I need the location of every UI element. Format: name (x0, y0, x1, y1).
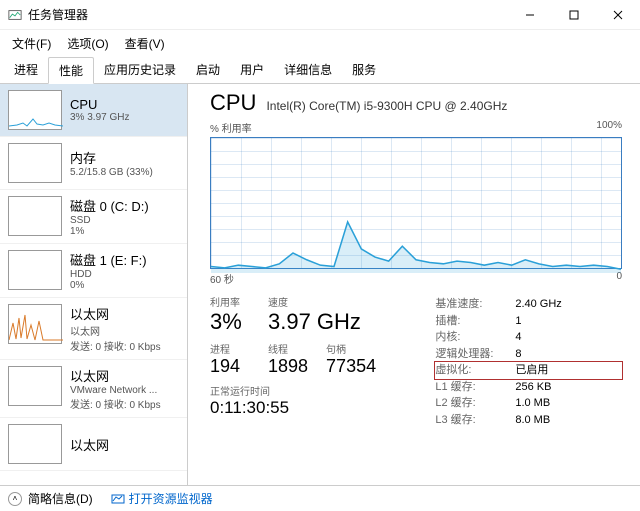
chart-top-right-label: 100% (596, 120, 622, 135)
sidebar-item-sub: 以太网 (70, 323, 161, 338)
processes-value: 194 (210, 356, 250, 377)
tab-startup[interactable]: 启动 (186, 57, 230, 83)
sidebar-item-ethernet-1[interactable]: 以太网 以太网 发送: 0 接收: 0 Kbps (0, 298, 187, 360)
disk1-thumb (8, 250, 62, 290)
sidebar-item-sub2: 1% (70, 226, 149, 237)
tab-users[interactable]: 用户 (230, 57, 274, 83)
cpu-model-text: Intel(R) Core(TM) i5-9300H CPU @ 2.40GHz (266, 99, 507, 113)
eth2-thumb (8, 366, 62, 406)
sidebar-item-sub: SSD (70, 215, 149, 226)
app-icon (8, 8, 22, 22)
uptime-label: 正常运行时间 (210, 383, 415, 398)
sidebar-item-sub: HDD (70, 269, 147, 280)
l1-val: 256 KB (515, 379, 551, 396)
sidebar-item-disk-0[interactable]: 磁盘 0 (C: D:) SSD 1% (0, 190, 187, 244)
window-title: 任务管理器 (28, 6, 508, 23)
uptime-value: 0:11:30:55 (210, 398, 415, 418)
menu-bar: 文件(F) 选项(O) 查看(V) (0, 30, 640, 57)
tab-app-history[interactable]: 应用历史记录 (94, 57, 186, 83)
performance-sidebar[interactable]: CPU 3% 3.97 GHz 内存 5.2/15.8 GB (33%) 磁盘 … (0, 84, 188, 485)
usage-label: 利用率 (210, 294, 250, 309)
virtualization-key: 虚拟化: (435, 362, 515, 379)
minimize-button[interactable] (508, 0, 552, 30)
l3-key: L3 缓存: (435, 412, 515, 429)
sidebar-item-ethernet-3[interactable]: 以太网 (0, 418, 187, 471)
sidebar-item-sub: VMware Network ... (70, 385, 161, 396)
speed-value: 3.97 GHz (268, 309, 361, 335)
logical-key: 逻辑处理器: (435, 346, 515, 363)
chart-top-left-label: % 利用率 (210, 120, 252, 135)
sidebar-item-label: 以太网 (70, 366, 161, 385)
eth3-thumb (8, 424, 62, 464)
tab-performance[interactable]: 性能 (48, 57, 94, 84)
sidebar-item-cpu[interactable]: CPU 3% 3.97 GHz (0, 84, 187, 137)
close-button[interactable] (596, 0, 640, 30)
sidebar-item-label: 以太网 (70, 435, 109, 454)
logical-val: 8 (515, 346, 521, 363)
l2-val: 1.0 MB (515, 395, 550, 412)
cores-key: 内核: (435, 329, 515, 346)
memory-thumb (8, 143, 62, 183)
sidebar-item-label: 磁盘 1 (E: F:) (70, 250, 147, 269)
sockets-val: 1 (515, 313, 521, 330)
eth1-thumb (8, 304, 62, 344)
sidebar-item-ethernet-2[interactable]: 以太网 VMware Network ... 发送: 0 接收: 0 Kbps (0, 360, 187, 418)
disk0-thumb (8, 196, 62, 236)
sidebar-item-memory[interactable]: 内存 5.2/15.8 GB (33%) (0, 137, 187, 190)
content-area: CPU 3% 3.97 GHz 内存 5.2/15.8 GB (33%) 磁盘 … (0, 84, 640, 485)
title-bar: 任务管理器 (0, 0, 640, 30)
sidebar-item-sub2: 发送: 0 接收: 0 Kbps (70, 338, 161, 353)
sidebar-item-sub: 3% 3.97 GHz (70, 112, 129, 123)
tab-processes[interactable]: 进程 (4, 57, 48, 83)
usage-value: 3% (210, 309, 250, 335)
detail-title: CPU (210, 90, 256, 116)
sockets-key: 插槽: (435, 313, 515, 330)
handles-value: 77354 (326, 356, 376, 377)
footer-bar: ˄ 简略信息(D) 打开资源监视器 (0, 485, 640, 511)
processes-label: 进程 (210, 341, 250, 356)
fewer-details-button[interactable]: 简略信息(D) (28, 490, 93, 507)
tab-details[interactable]: 详细信息 (274, 57, 342, 83)
menu-options[interactable]: 选项(O) (59, 32, 116, 55)
resource-monitor-icon (111, 492, 125, 506)
threads-value: 1898 (268, 356, 308, 377)
menu-file[interactable]: 文件(F) (4, 32, 59, 55)
sidebar-item-label: CPU (70, 97, 129, 112)
l3-val: 8.0 MB (515, 412, 550, 429)
sidebar-item-sub2: 发送: 0 接收: 0 Kbps (70, 396, 161, 411)
tab-services[interactable]: 服务 (342, 57, 386, 83)
base-speed-key: 基准速度: (435, 296, 515, 313)
sidebar-item-label: 内存 (70, 148, 153, 167)
menu-view[interactable]: 查看(V) (117, 32, 173, 55)
sidebar-item-sub: 5.2/15.8 GB (33%) (70, 167, 153, 178)
cores-val: 4 (515, 329, 521, 346)
virtualization-val: 已启用 (515, 362, 548, 379)
sidebar-item-label: 以太网 (70, 304, 161, 323)
window-controls (508, 0, 640, 30)
sidebar-item-sub2: 0% (70, 280, 147, 291)
cpu-utilization-chart (210, 137, 622, 269)
detail-panel: CPU Intel(R) Core(TM) i5-9300H CPU @ 2.4… (188, 84, 640, 485)
cpu-thumb (8, 90, 62, 130)
maximize-button[interactable] (552, 0, 596, 30)
base-speed-val: 2.40 GHz (515, 296, 561, 313)
open-resource-monitor-link[interactable]: 打开资源监视器 (111, 490, 213, 507)
sidebar-item-disk-1[interactable]: 磁盘 1 (E: F:) HDD 0% (0, 244, 187, 298)
resource-monitor-text: 打开资源监视器 (129, 490, 213, 507)
chevron-up-icon[interactable]: ˄ (8, 492, 22, 506)
speed-label: 速度 (268, 294, 361, 309)
handles-label: 句柄 (326, 341, 376, 356)
threads-label: 线程 (268, 341, 308, 356)
l2-key: L2 缓存: (435, 395, 515, 412)
tab-bar: 进程 性能 应用历史记录 启动 用户 详细信息 服务 (0, 57, 640, 84)
l1-key: L1 缓存: (435, 379, 515, 396)
sidebar-item-label: 磁盘 0 (C: D:) (70, 196, 149, 215)
